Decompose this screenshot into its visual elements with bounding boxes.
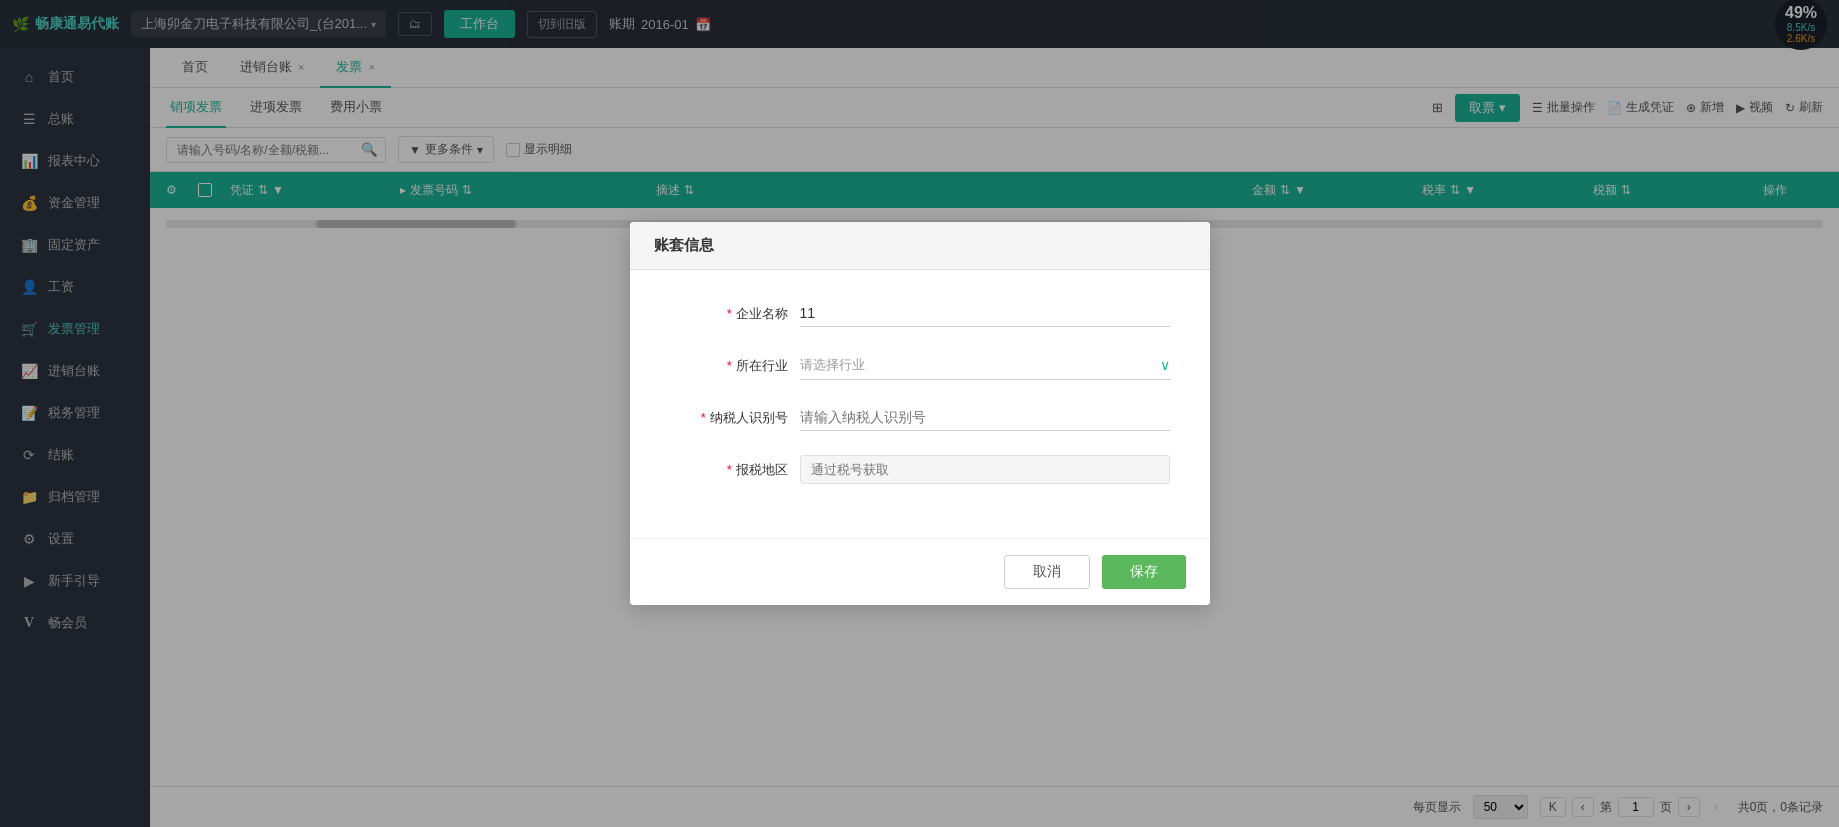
industry-chevron-icon: ∨ bbox=[1160, 357, 1170, 373]
tax-region-label: * 报税地区 bbox=[670, 461, 800, 479]
industry-select[interactable]: 请选择行业 ∨ bbox=[800, 351, 1170, 380]
dialog-body: * 企业名称 * 所在行业 请选择行业 ∨ * bbox=[630, 270, 1210, 538]
industry-row: * 所在行业 请选择行业 ∨ bbox=[670, 351, 1170, 380]
industry-label: * 所在行业 bbox=[670, 357, 800, 375]
tax-id-label: * 纳税人识别号 bbox=[670, 409, 800, 427]
save-button[interactable]: 保存 bbox=[1102, 555, 1186, 589]
cancel-button[interactable]: 取消 bbox=[1004, 555, 1090, 589]
tax-id-input[interactable] bbox=[800, 404, 1170, 431]
tax-id-row: * 纳税人识别号 bbox=[670, 404, 1170, 431]
company-name-input[interactable] bbox=[800, 300, 1170, 327]
modal-overlay: 账套信息 * 企业名称 * 所在行业 请选择行业 ∨ bbox=[0, 0, 1839, 827]
dialog-footer: 取消 保存 bbox=[630, 538, 1210, 605]
company-name-row: * 企业名称 bbox=[670, 300, 1170, 327]
company-name-label: * 企业名称 bbox=[670, 305, 800, 323]
dialog-header: 账套信息 bbox=[630, 222, 1210, 270]
account-info-dialog: 账套信息 * 企业名称 * 所在行业 请选择行业 ∨ bbox=[630, 222, 1210, 605]
tax-region-input bbox=[800, 455, 1170, 484]
tax-region-row: * 报税地区 bbox=[670, 455, 1170, 484]
